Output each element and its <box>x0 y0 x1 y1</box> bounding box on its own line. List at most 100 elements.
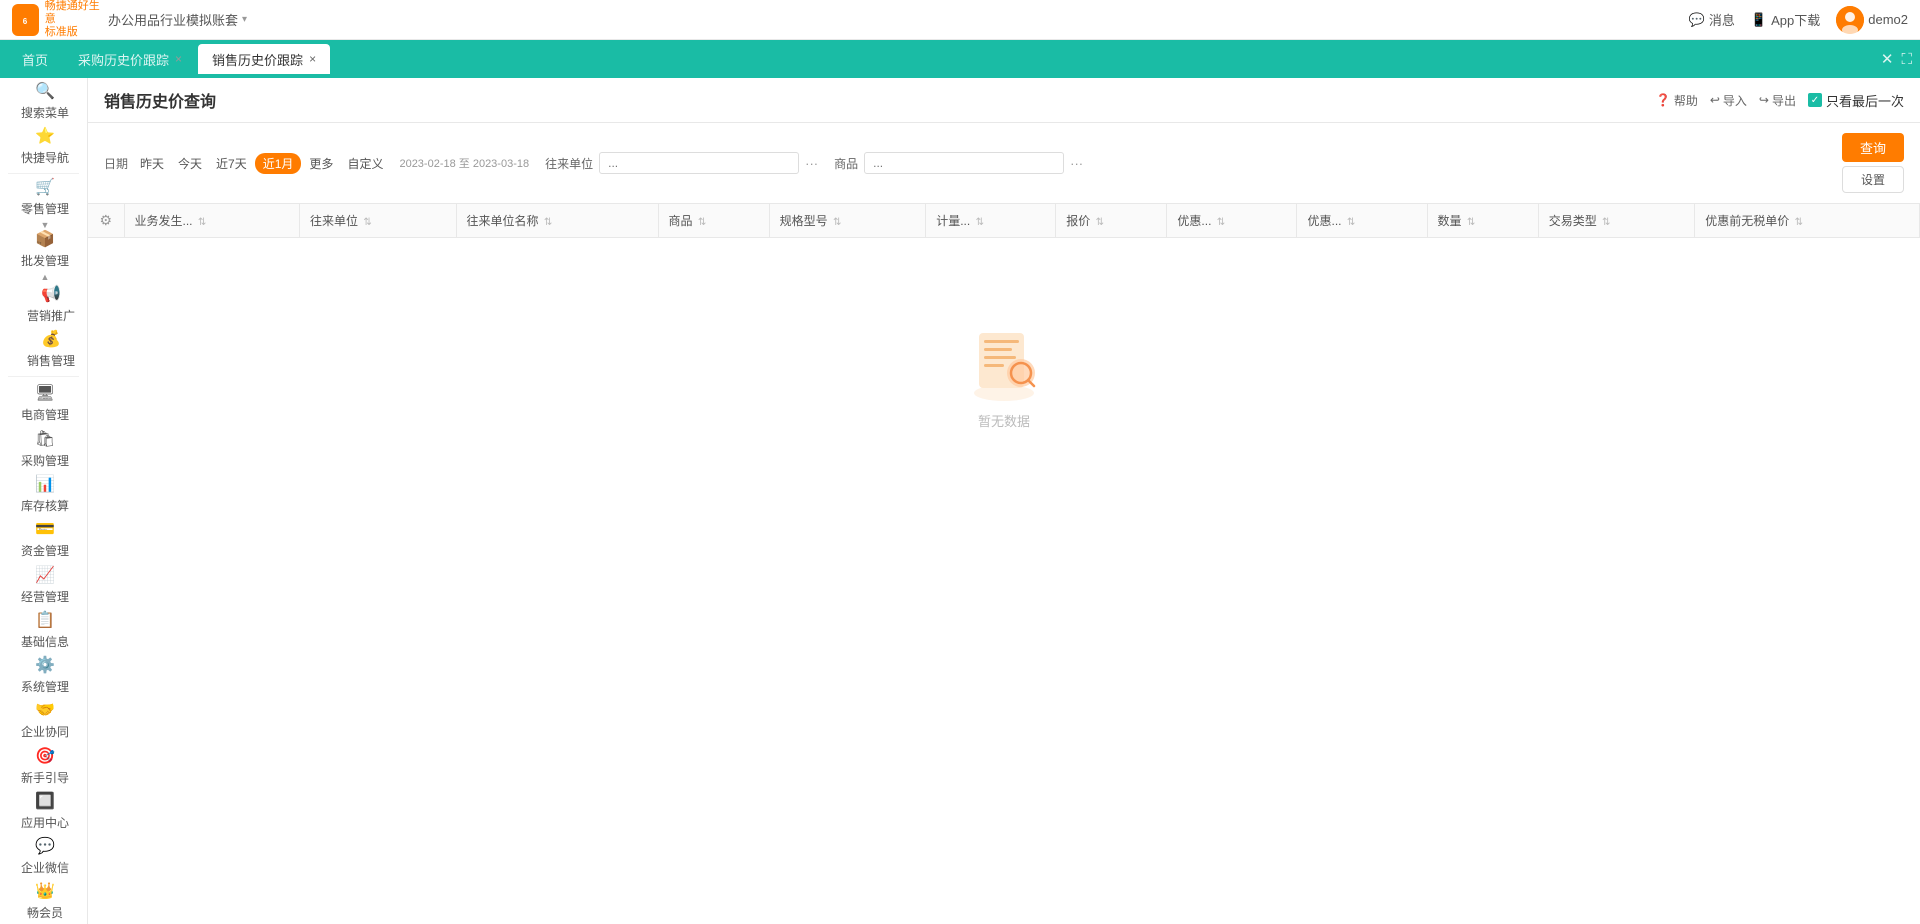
th-settings[interactable]: ⚙ <box>88 204 124 238</box>
wholesale-mgmt-icon: 📦 <box>35 229 55 249</box>
th-qty[interactable]: 数量 ⇅ <box>1427 204 1538 238</box>
sidebar-item-ops-mgmt[interactable]: 📈 经营管理 <box>0 562 87 607</box>
sort-arrows-goods: ⇅ <box>698 217 706 228</box>
query-button[interactable]: 查询 <box>1842 133 1904 162</box>
page-actions: ❓ 帮助 ↩ 导入 ↪ 导出 只看最后一次 <box>1656 91 1904 110</box>
search-menu-icon: 🔍 <box>35 81 55 101</box>
tab-sales-close[interactable]: × <box>309 52 316 66</box>
tab-sales-history[interactable]: 销售历史价跟踪 × <box>198 44 330 74</box>
import-icon: ↩ <box>1710 93 1720 107</box>
tab-purchase-close[interactable]: × <box>175 52 182 66</box>
th-unit[interactable]: 计量... ⇅ <box>926 204 1056 238</box>
sort-arrows-qty: ⇅ <box>1467 217 1475 228</box>
date-btn-today[interactable]: 今天 <box>172 153 208 174</box>
sidebar-item-search-menu[interactable]: 🔍 搜索菜单 <box>0 78 87 123</box>
th-biz-date[interactable]: 业务发生... ⇅ <box>124 204 299 238</box>
sidebar-item-retail-mgmt[interactable]: 🛒 零售管理 ▼ <box>0 177 87 229</box>
help-btn[interactable]: ❓ 帮助 <box>1656 92 1698 109</box>
sidebar-divider-1 <box>8 173 79 174</box>
sidebar-item-purchase-mgmt[interactable]: 🛍 采购管理 <box>0 426 87 471</box>
settings-button[interactable]: 设置 <box>1842 166 1904 193</box>
goods-ellipsis[interactable]: ··· <box>1070 156 1083 171</box>
th-goods[interactable]: 商品 ⇅ <box>658 204 769 238</box>
sidebar-item-inventory[interactable]: 📊 库存核算 <box>0 471 87 516</box>
date-btn-last7[interactable]: 近7天 <box>210 153 253 174</box>
close-tab-btn[interactable]: ✕ <box>1881 50 1894 68</box>
top-title[interactable]: 办公用品行业模拟账套 ▾ <box>108 10 1681 29</box>
sidebar-item-corp-collab[interactable]: 🤝 企业协同 <box>0 698 87 743</box>
th-pretax-price[interactable]: 优惠前无税单价 ⇅ <box>1695 204 1920 238</box>
sort-arrows-discount2: ⇅ <box>1347 217 1355 228</box>
gear-icon[interactable]: ⚙ <box>99 212 112 228</box>
partner-input[interactable] <box>599 152 799 174</box>
message-btn[interactable]: 💬 消息 <box>1689 10 1735 29</box>
th-partner-code[interactable]: 往来单位 ⇅ <box>299 204 456 238</box>
sidebar: 🔍 搜索菜单 ⭐ 快捷导航 🛒 零售管理 ▼ 📦 批发管理 ▲ 📢 营销推广 💰… <box>0 78 88 924</box>
export-btn[interactable]: ↪ 导出 <box>1759 92 1796 109</box>
date-btn-last1m[interactable]: 近1月 <box>255 153 302 174</box>
table-header-row: ⚙ 业务发生... ⇅ 往来单位 ⇅ 往来单位名称 ⇅ 商品 ⇅ <box>88 204 1920 238</box>
date-btn-yesterday[interactable]: 昨天 <box>134 153 170 174</box>
maximize-btn[interactable]: ⛶ <box>1901 51 1912 68</box>
app-download-btn[interactable]: 📱 App下载 <box>1751 10 1820 29</box>
th-trade-type[interactable]: 交易类型 ⇅ <box>1538 204 1695 238</box>
sidebar-item-member[interactable]: 👑 畅会员 <box>0 879 87 924</box>
sidebar-item-app-center[interactable]: 🔲 应用中心 <box>0 788 87 833</box>
th-discount1[interactable]: 优惠... ⇅ <box>1167 204 1297 238</box>
sidebar-item-basic-info[interactable]: 📋 基础信息 <box>0 607 87 652</box>
tab-home[interactable]: 首页 <box>8 44 62 74</box>
retail-mgmt-icon: 🛒 <box>35 177 55 197</box>
sort-arrows-partner-code: ⇅ <box>363 217 371 228</box>
sidebar-item-new-guide[interactable]: 🎯 新手引导 <box>0 743 87 788</box>
sidebar-item-ecom-mgmt[interactable]: 🖥 电商管理 <box>0 381 87 426</box>
sidebar-item-corp-wechat[interactable]: 💬 企业微信 <box>0 833 87 878</box>
th-quote[interactable]: 报价 ⇅ <box>1056 204 1167 238</box>
sidebar-item-member-label: 畅会员 <box>27 904 63 921</box>
only-last-wrap[interactable]: 只看最后一次 <box>1808 91 1904 110</box>
content-area: 销售历史价查询 ❓ 帮助 ↩ 导入 ↪ 导出 只看最后一次 <box>88 78 1920 924</box>
sidebar-item-wholesale-mgmt-label: 批发管理 <box>21 252 69 269</box>
date-btn-custom[interactable]: 自定义 <box>341 153 389 174</box>
only-last-checkbox[interactable] <box>1808 93 1822 107</box>
goods-input[interactable] <box>864 152 1064 174</box>
th-spec[interactable]: 规格型号 ⇅ <box>769 204 926 238</box>
data-table: ⚙ 业务发生... ⇅ 往来单位 ⇅ 往来单位名称 ⇅ 商品 ⇅ <box>88 204 1920 238</box>
logo-text-line2: 标准版 <box>45 26 100 39</box>
partner-ellipsis[interactable]: ··· <box>805 156 818 171</box>
sales-mgmt-icon: 💰 <box>41 329 61 349</box>
main-layout: 🔍 搜索菜单 ⭐ 快捷导航 🛒 零售管理 ▼ 📦 批发管理 ▲ 📢 营销推广 💰… <box>0 78 1920 924</box>
logo-text-line1: 畅捷通好生意 <box>45 0 100 26</box>
sidebar-item-sales-mgmt-label: 销售管理 <box>27 352 75 369</box>
sort-arrows-biz-date: ⇅ <box>198 217 206 228</box>
sidebar-item-wholesale-mgmt[interactable]: 📦 批发管理 ▲ <box>0 229 87 281</box>
sidebar-item-app-center-label: 应用中心 <box>21 814 69 831</box>
sidebar-item-marketing[interactable]: 📢 营销推广 <box>0 281 87 326</box>
help-label: 帮助 <box>1674 92 1698 109</box>
sidebar-item-system-mgmt[interactable]: ⚙️ 系统管理 <box>0 652 87 697</box>
goods-filter-group: 商品 ··· <box>834 152 1083 174</box>
sidebar-item-sales-mgmt[interactable]: 💰 销售管理 <box>0 327 87 372</box>
sidebar-item-finance-mgmt-label: 资金管理 <box>21 542 69 559</box>
tab-purchase-history[interactable]: 采购历史价跟踪 × <box>64 44 196 74</box>
export-label: 导出 <box>1772 92 1796 109</box>
sidebar-item-basic-info-label: 基础信息 <box>21 633 69 650</box>
sort-arrows-discount1: ⇅ <box>1217 217 1225 228</box>
logo-icon: 6 <box>12 4 39 36</box>
th-partner-name[interactable]: 往来单位名称 ⇅ <box>456 204 658 238</box>
partner-label: 往来单位 <box>545 155 593 172</box>
sidebar-item-finance-mgmt[interactable]: 💳 资金管理 <box>0 517 87 562</box>
dropdown-icon[interactable]: ▾ <box>242 14 247 25</box>
sidebar-item-quick-nav[interactable]: ⭐ 快捷导航 <box>0 123 87 168</box>
corp-wechat-icon: 💬 <box>35 836 55 856</box>
ecom-mgmt-icon: 🖥 <box>35 383 55 403</box>
new-guide-icon: 🎯 <box>35 746 55 766</box>
tab-purchase-history-label: 采购历史价跟踪 <box>78 50 169 69</box>
date-btn-more[interactable]: 更多 <box>303 153 339 174</box>
th-discount2[interactable]: 优惠... ⇅ <box>1297 204 1427 238</box>
sidebar-item-retail-mgmt-label: 零售管理 <box>21 200 69 217</box>
sidebar-item-marketing-label: 营销推广 <box>27 307 75 324</box>
empty-state: 暂无数据 <box>88 238 1920 510</box>
import-btn[interactable]: ↩ 导入 <box>1710 92 1747 109</box>
inventory-icon: 📊 <box>35 474 55 494</box>
user-avatar-btn[interactable]: demo2 <box>1836 6 1908 34</box>
